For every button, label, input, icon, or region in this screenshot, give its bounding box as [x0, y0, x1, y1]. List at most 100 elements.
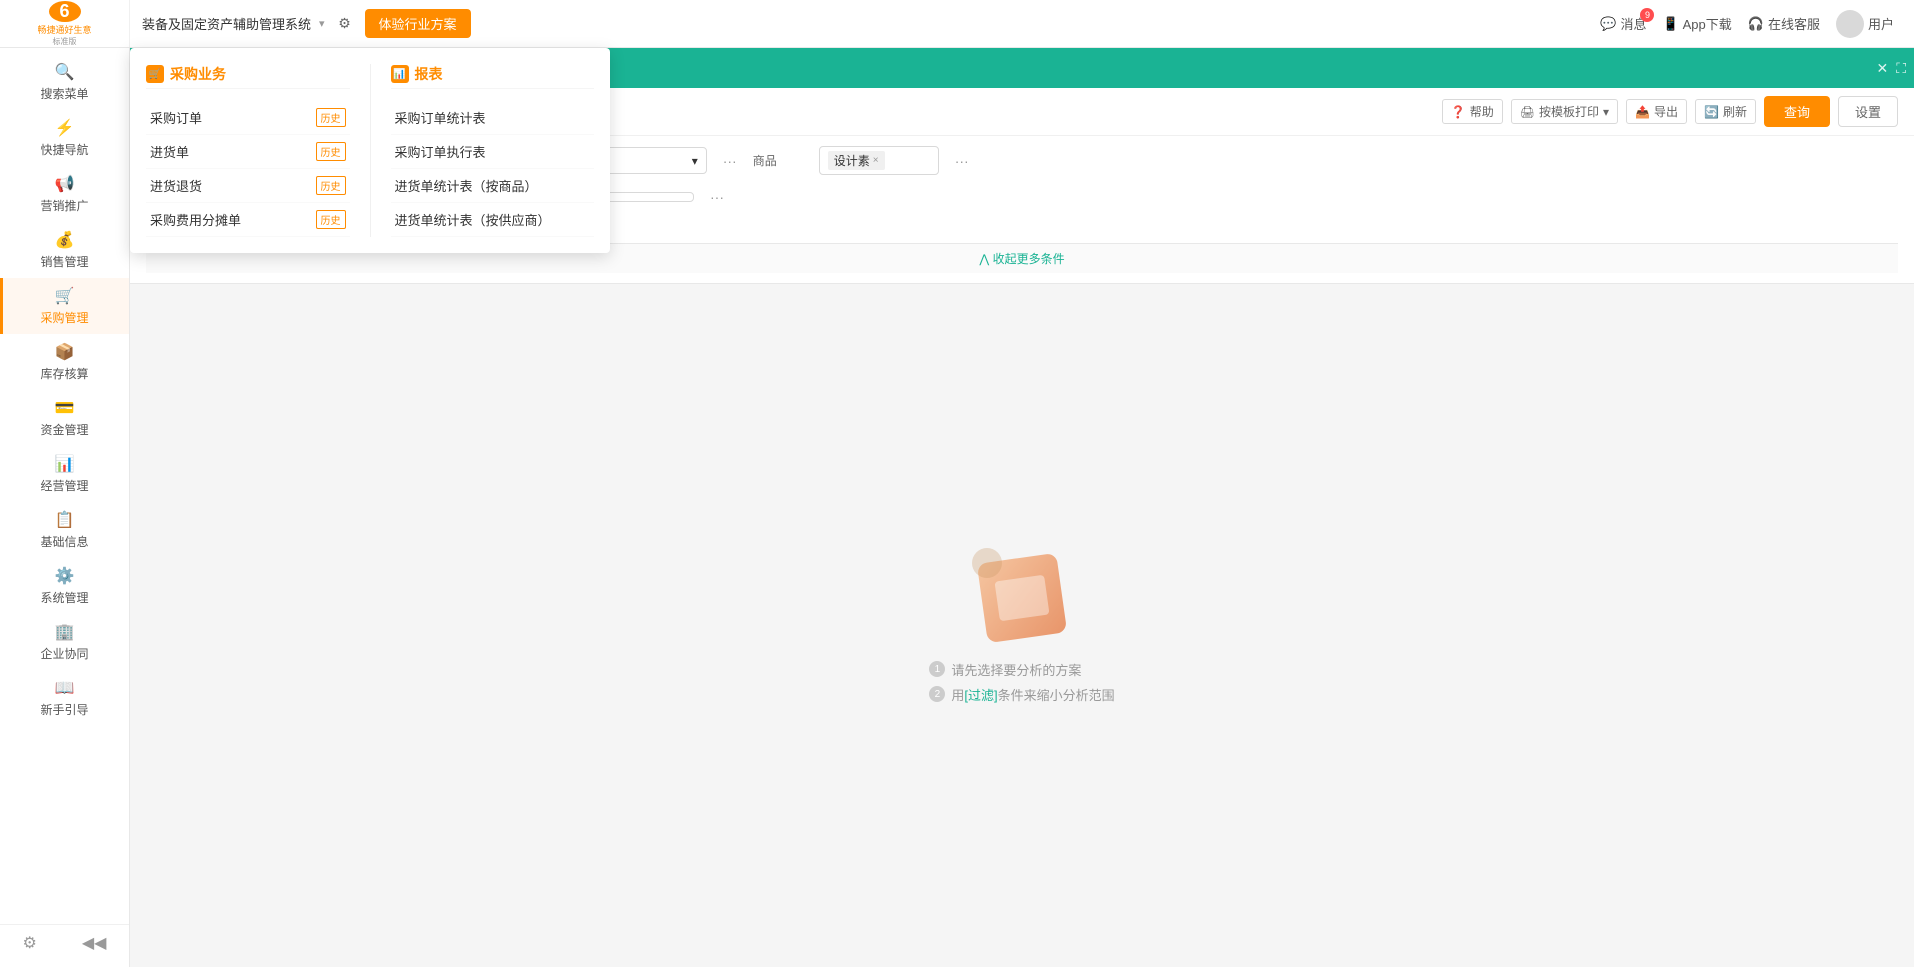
purchase-fee-label: 采购费用分摊单 — [150, 210, 241, 229]
tip1-text: 请先选择要分析的方案 — [951, 660, 1081, 679]
inventory-icon: 📦 — [55, 342, 75, 362]
bill-status-dots[interactable]: ··· — [723, 153, 737, 169]
purchase-order-label: 采购订单 — [150, 108, 202, 127]
refresh-btn[interactable]: 🔄 刷新 — [1695, 99, 1756, 124]
empty-screen — [994, 574, 1049, 621]
print-icon: 🖨 — [1520, 105, 1535, 119]
purchase-col-icon: 🛒 — [146, 65, 164, 83]
print-template-btn[interactable]: 🖨 按模板打印 ▾ — [1511, 99, 1618, 124]
gear-button[interactable]: ⚙ — [333, 12, 357, 36]
dropdown-item-purchase-order-stat[interactable]: 采购订单统计表 — [391, 101, 595, 135]
tip2-text: 用[过滤]条件来缩小分析范围 — [951, 685, 1114, 704]
sidebar-item-operations[interactable]: 📊 经营管理 — [0, 446, 129, 502]
print-label: 按模板打印 — [1539, 103, 1599, 120]
goods-tag-close[interactable]: × — [873, 155, 879, 166]
title-dropdown-arrow[interactable]: ▾ — [319, 17, 325, 30]
sidebar-item-basic-info[interactable]: 📋 基础信息 — [0, 502, 129, 558]
headset-icon: 🎧 — [1748, 16, 1764, 32]
export-label: 导出 — [1654, 103, 1678, 120]
app-download-item[interactable]: 📱 App下载 — [1662, 14, 1731, 33]
dropdown-col-report: 📊 报表 采购订单统计表 采购订单执行表 进货单统计表（按商品） 进货单统计表（… — [391, 64, 595, 237]
empty-tip-2: 2 用[过滤]条件来缩小分析范围 — [929, 685, 1114, 704]
sidebar-label-inventory: 库存核算 — [40, 365, 88, 382]
dropdown-item-purchase-order[interactable]: 采购订单 历史 — [146, 101, 350, 135]
app-download-label: App下载 — [1683, 14, 1732, 33]
sidebar-item-inventory[interactable]: 📦 库存核算 — [0, 334, 129, 390]
header-right: 💬 消息 9 📱 App下载 🎧 在线客服 用户 — [1600, 10, 1914, 38]
app-name: 畅捷通好生意 — [37, 23, 91, 36]
report-col-icon: 📊 — [391, 65, 409, 83]
sidebar-item-quick-nav[interactable]: ⚡ 快捷导航 — [0, 110, 129, 166]
marketing-icon: 📢 — [55, 174, 75, 194]
sidebar-item-system[interactable]: ⚙️ 系统管理 — [0, 558, 129, 614]
sidebar-label-marketing: 营销推广 — [40, 197, 88, 214]
stock-stat-goods-label: 进货单统计表（按商品） — [395, 176, 538, 195]
dropdown-item-stock-return[interactable]: 进货退货 历史 — [146, 169, 350, 203]
sidebar-item-enterprise[interactable]: 🏢 企业协同 — [0, 614, 129, 670]
message-icon: 💬 — [1600, 16, 1616, 32]
purchase-order-history[interactable]: 历史 — [316, 108, 346, 127]
dropdown-col-report-title: 📊 报表 — [391, 64, 595, 89]
sidebar-label-system: 系统管理 — [40, 589, 88, 606]
empty-decor — [972, 548, 1002, 578]
bill-status-arrow: ▾ — [692, 154, 698, 168]
online-service-item[interactable]: 🎧 在线客服 — [1748, 14, 1820, 33]
dropdown-item-stock-stat-goods[interactable]: 进货单统计表（按商品） — [391, 169, 595, 203]
dropdown-item-purchase-fee[interactable]: 采购费用分摊单 历史 — [146, 203, 350, 237]
purchase-fee-history[interactable]: 历史 — [316, 210, 346, 229]
goods-input[interactable]: 设计素 × — [819, 146, 939, 175]
sidebar-item-sales[interactable]: 💰 销售管理 — [0, 222, 129, 278]
system-title: 装备及固定资产辅助管理系统 — [142, 14, 311, 33]
purchase-dropdown-menu: 🛒 采购业务 采购订单 历史 进货单 历史 进货退货 历史 采购费用分摊单 历史… — [130, 48, 610, 253]
tip2-icon: 2 — [929, 686, 945, 702]
purchase-icon: 🛒 — [55, 286, 75, 306]
toolbar-right: ❓ 帮助 🖨 按模板打印 ▾ 📤 导出 🔄 刷新 — [1442, 96, 1898, 127]
sidebar-item-search[interactable]: 🔍 搜索菜单 — [0, 54, 129, 110]
goods-tag: 设计素 × — [828, 151, 885, 170]
empty-state: 1 请先选择要分析的方案 2 用[过滤]条件来缩小分析范围 — [130, 284, 1914, 967]
dropdown-col-purchase: 🛒 采购业务 采购订单 历史 进货单 历史 进货退货 历史 采购费用分摊单 历史 — [146, 64, 350, 237]
notification-item[interactable]: 💬 消息 9 — [1600, 14, 1646, 33]
user-avatar — [1836, 10, 1864, 38]
notification-badge: 9 — [1640, 8, 1654, 22]
dropdown-item-stock-stat-supplier[interactable]: 进货单统计表（按供应商） — [391, 203, 595, 237]
stock-in-history[interactable]: 历史 — [316, 142, 346, 161]
basic-info-icon: 📋 — [55, 510, 75, 530]
sidebar-item-capital[interactable]: 💳 资金管理 — [0, 390, 129, 446]
sidebar-label-guide: 新手引导 — [40, 701, 88, 718]
sidebar-item-guide[interactable]: 📖 新手引导 — [0, 670, 129, 726]
tab-close-window-btn[interactable]: ✕ — [1876, 60, 1888, 77]
tab-maximize-btn[interactable]: ⛶ — [1896, 60, 1906, 77]
sidebar-item-purchase[interactable]: 🛒 采购管理 — [0, 278, 129, 334]
print-dropdown-icon: ▾ — [1603, 105, 1609, 119]
purchase-col-title-text: 采购业务 — [170, 64, 226, 84]
dropdown-item-stock-in[interactable]: 进货单 历史 — [146, 135, 350, 169]
user-label: 用户 — [1868, 14, 1894, 33]
sidebar-label-operations: 经营管理 — [40, 477, 88, 494]
logo-icon: 6 — [49, 1, 81, 22]
dropdown-item-purchase-order-exec[interactable]: 采购订单执行表 — [391, 135, 595, 169]
collapse-label: 收起更多条件 — [993, 252, 1065, 266]
settings-bottom-btn[interactable]: ⚙ — [23, 933, 37, 953]
stock-return-history[interactable]: 历史 — [316, 176, 346, 195]
collapse-sidebar-btn[interactable]: ◀◀ — [82, 933, 107, 953]
sidebar-label-basic-info: 基础信息 — [40, 533, 88, 550]
refresh-label: 刷新 — [1723, 103, 1747, 120]
user-item[interactable]: 用户 — [1836, 10, 1894, 38]
query-btn[interactable]: 查询 — [1764, 96, 1830, 127]
salesman-dots[interactable]: ··· — [710, 189, 724, 205]
operations-icon: 📊 — [55, 454, 75, 474]
goods-label: 商品 — [753, 152, 803, 169]
system-icon: ⚙️ — [55, 566, 75, 586]
quick-nav-icon: ⚡ — [55, 118, 75, 138]
sidebar-label-enterprise: 企业协同 — [40, 645, 88, 662]
help-btn[interactable]: ❓ 帮助 — [1442, 99, 1503, 124]
settings-btn[interactable]: 设置 — [1838, 96, 1898, 127]
sidebar-item-marketing[interactable]: 📢 营销推广 — [0, 166, 129, 222]
sidebar-label-search: 搜索菜单 — [40, 85, 88, 102]
industry-btn[interactable]: 体验行业方案 — [365, 9, 471, 38]
goods-dots[interactable]: ··· — [955, 153, 969, 169]
goods-tag-text: 设计素 — [834, 152, 870, 169]
export-btn[interactable]: 📤 导出 — [1626, 99, 1687, 124]
dropdown-col-purchase-title: 🛒 采购业务 — [146, 64, 350, 89]
